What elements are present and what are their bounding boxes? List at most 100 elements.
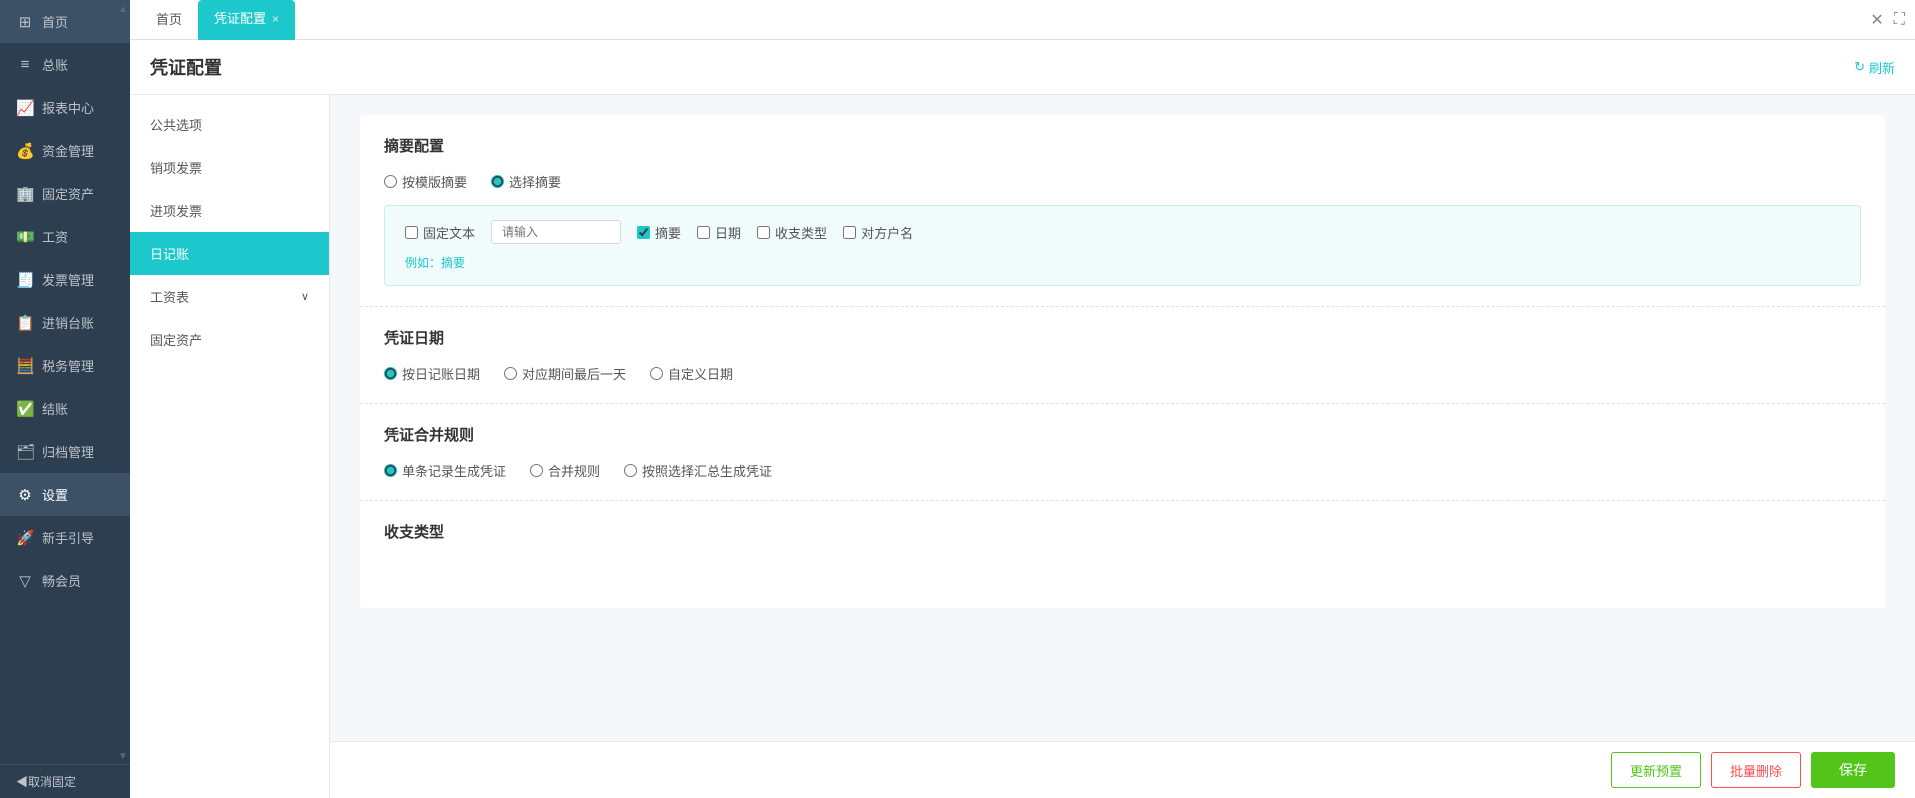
main-area: 首页 凭证配置 × ✕ ⛶ 凭证配置 ↻ 刷新 公共选项 xyxy=(130,0,1915,798)
home-icon: ⊞ xyxy=(16,13,34,31)
invoice-icon: 🧾 xyxy=(16,271,34,289)
save-button[interactable]: 保存 xyxy=(1811,752,1895,788)
abstract-inner: 固定文本 摘要 日期 xyxy=(405,220,1840,244)
reports-icon: 📈 xyxy=(16,99,34,117)
chevron-down-icon: ∨ xyxy=(301,290,309,303)
sidebar-item-payroll[interactable]: 💵 工资 xyxy=(0,215,130,258)
receipt-content-placeholder xyxy=(384,558,1861,588)
receipt-section-title: 收支类型 xyxy=(384,521,1861,542)
abstract-checkbox[interactable] xyxy=(637,226,650,239)
window-close-button[interactable]: ✕ xyxy=(1870,10,1883,30)
body-layout: 公共选项 销项发票 进项发票 日记账 工资表 ∨ 固定资产 xyxy=(130,95,1915,798)
sidebar-item-sales-ledger[interactable]: 📋 进销台账 xyxy=(0,301,130,344)
abstract-select-radio[interactable] xyxy=(491,175,504,188)
content-area: 凭证配置 ↻ 刷新 公共选项 销项发票 进项发票 日记账 xyxy=(130,40,1915,798)
abstract-section: 摘要配置 按模版摘要 选择摘要 xyxy=(360,115,1885,306)
date-radio-custom[interactable]: 自定义日期 xyxy=(650,364,733,383)
vip-icon: ▽ xyxy=(16,572,34,590)
sidebar-item-assets[interactable]: 🏢 固定资产 xyxy=(0,172,130,215)
assets-icon: 🏢 xyxy=(16,185,34,203)
merge-radio-single[interactable]: 单条记录生成凭证 xyxy=(384,461,506,480)
left-nav-purchase-invoice[interactable]: 进项发票 xyxy=(130,189,329,232)
fixed-text-checkbox[interactable] xyxy=(405,226,418,239)
update-preview-button[interactable]: 更新预置 xyxy=(1611,752,1701,788)
merge-radio-summary[interactable]: 按照选择汇总生成凭证 xyxy=(624,461,772,480)
abstract-radio-select[interactable]: 选择摘要 xyxy=(491,172,561,191)
archive-icon: 🗂 xyxy=(16,443,34,461)
right-content: 摘要配置 按模版摘要 选择摘要 xyxy=(330,95,1915,741)
sidebar-item-guide[interactable]: 🚀 新手引导 xyxy=(0,516,130,559)
left-nav-sales-invoice[interactable]: 销项发票 xyxy=(130,146,329,189)
date-radio-group: 按日记账日期 对应期间最后一天 自定义日期 xyxy=(384,364,1861,383)
income-type-checkbox[interactable] xyxy=(757,226,770,239)
page-header: 凭证配置 ↻ 刷新 xyxy=(130,40,1915,95)
merge-rule-radio[interactable] xyxy=(530,464,543,477)
summary-radio[interactable] xyxy=(624,464,637,477)
tab-close-button[interactable]: × xyxy=(272,0,279,39)
tax-icon: 🧮 xyxy=(16,357,34,375)
ledger-icon: ≡ xyxy=(16,56,34,73)
sidebar-scroll-up[interactable]: ▲ xyxy=(118,4,128,15)
batch-delete-button[interactable]: 批量删除 xyxy=(1711,752,1801,788)
tab-bar: 首页 凭证配置 × ✕ ⛶ xyxy=(130,0,1915,40)
checkout-icon: ✅ xyxy=(16,400,34,418)
checkbox-counterpart[interactable]: 对方户名 xyxy=(843,223,913,242)
date-checkbox[interactable] xyxy=(697,226,710,239)
date-section: 凭证日期 按日记账日期 对应期间最后一天 xyxy=(360,307,1885,403)
refresh-button[interactable]: ↻ 刷新 xyxy=(1854,58,1895,77)
sidebar-item-tax-mgmt[interactable]: 🧮 税务管理 xyxy=(0,344,130,387)
sidebar-item-funds[interactable]: 💰 资金管理 xyxy=(0,129,130,172)
date-radio-journal[interactable]: 按日记账日期 xyxy=(384,364,480,383)
sidebar-item-archive[interactable]: 🗂 归档管理 xyxy=(0,430,130,473)
abstract-options-box: 固定文本 摘要 日期 xyxy=(384,205,1861,286)
sidebar-item-settings[interactable]: ⚙ 设置 xyxy=(0,473,130,516)
left-nav: 公共选项 销项发票 进项发票 日记账 工资表 ∨ 固定资产 xyxy=(130,95,330,798)
left-nav-fixed-assets[interactable]: 固定资产 xyxy=(130,318,329,361)
custom-date-radio[interactable] xyxy=(650,367,663,380)
window-resize-button[interactable]: ⛶ xyxy=(1894,11,1905,29)
tab-voucher-config[interactable]: 凭证配置 × xyxy=(198,0,295,40)
checkbox-income-type[interactable]: 收支类型 xyxy=(757,223,827,242)
left-nav-payroll-table[interactable]: 工资表 ∨ xyxy=(130,275,329,318)
date-radio-last-day[interactable]: 对应期间最后一天 xyxy=(504,364,626,383)
merge-section: 凭证合并规则 单条记录生成凭证 合并规则 xyxy=(360,404,1885,500)
checkbox-fixed-text[interactable]: 固定文本 xyxy=(405,223,475,242)
sidebar-scroll-arrows: ▲ ▼ xyxy=(116,0,130,766)
abstract-example: 例如：摘要 xyxy=(405,254,1840,271)
abstract-section-title: 摘要配置 xyxy=(384,135,1861,156)
single-record-radio[interactable] xyxy=(384,464,397,477)
sidebar-item-invoice-mgmt[interactable]: 🧾 发票管理 xyxy=(0,258,130,301)
fixed-text-input[interactable] xyxy=(491,220,621,244)
left-nav-journal[interactable]: 日记账 xyxy=(130,232,329,275)
abstract-radio-template[interactable]: 按模版摘要 xyxy=(384,172,467,191)
sidebar: ⊞ 首页 ≡ 总账 📈 报表中心 💰 资金管理 🏢 固定资产 💵 工资 🧾 发票… xyxy=(0,0,130,798)
date-section-title: 凭证日期 xyxy=(384,327,1861,348)
bottom-action-bar: 更新预置 批量删除 保存 xyxy=(330,741,1915,798)
right-wrapper: 摘要配置 按模版摘要 选择摘要 xyxy=(330,95,1915,798)
payroll-icon: 💵 xyxy=(16,228,34,246)
receipt-section: 收支类型 xyxy=(360,501,1885,608)
tab-bar-actions: ✕ ⛶ xyxy=(1870,10,1905,30)
abstract-template-radio[interactable] xyxy=(384,175,397,188)
guide-icon: 🚀 xyxy=(16,529,34,547)
sidebar-item-vip[interactable]: ▽ 畅会员 xyxy=(0,559,130,602)
checkbox-abstract[interactable]: 摘要 xyxy=(637,223,681,242)
left-nav-public[interactable]: 公共选项 xyxy=(130,103,329,146)
last-day-radio[interactable] xyxy=(504,367,517,380)
page-title: 凭证配置 xyxy=(150,54,222,80)
counterpart-checkbox[interactable] xyxy=(843,226,856,239)
sidebar-item-ledger[interactable]: ≡ 总账 xyxy=(0,43,130,86)
journal-date-radio[interactable] xyxy=(384,367,397,380)
sidebar-item-reports[interactable]: 📈 报表中心 xyxy=(0,86,130,129)
tab-home[interactable]: 首页 xyxy=(140,0,198,40)
sidebar-scroll-down[interactable]: ▼ xyxy=(118,751,128,762)
abstract-radio-group: 按模版摘要 选择摘要 xyxy=(384,172,1861,191)
checkbox-date[interactable]: 日期 xyxy=(697,223,741,242)
merge-radio-merge[interactable]: 合并规则 xyxy=(530,461,600,480)
funds-icon: 💰 xyxy=(16,142,34,160)
sidebar-item-home[interactable]: ⊞ 首页 xyxy=(0,0,130,43)
sidebar-pin-toggle[interactable]: ◀取消固定 xyxy=(0,764,130,798)
all-sections: 摘要配置 按模版摘要 选择摘要 xyxy=(360,115,1885,608)
merge-radio-group: 单条记录生成凭证 合并规则 按照选择汇总生成凭证 xyxy=(384,461,1861,480)
sidebar-item-checkout[interactable]: ✅ 结账 xyxy=(0,387,130,430)
